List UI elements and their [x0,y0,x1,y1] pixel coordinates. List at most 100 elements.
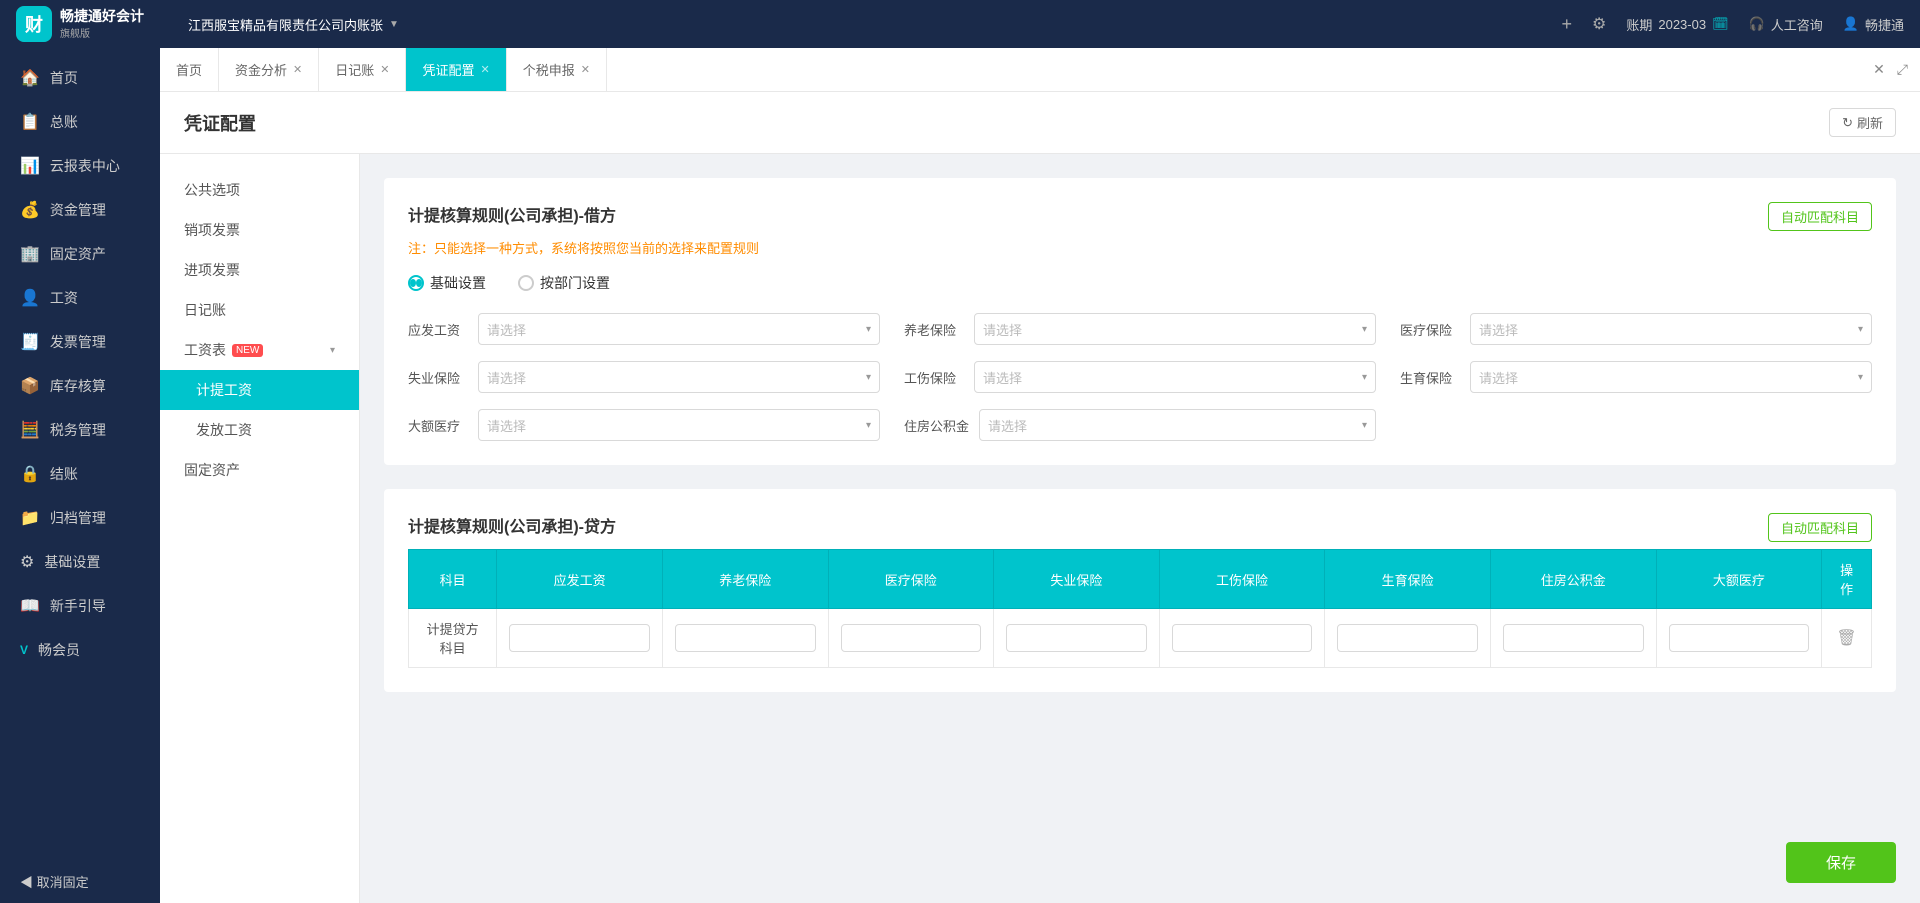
select-unemployment-chevron: ▾ [866,372,871,383]
main-layout: 🏠 首页 📋 总账 📊 云报表中心 💰 资金管理 🏢 固定资产 👤 工资 🧾 发… [0,48,1920,903]
sidebar-item-salary[interactable]: 👤 工资 [0,276,160,320]
select-payroll[interactable]: 请选择 ▾ [478,313,880,345]
company-chevron-icon: ▼ [389,19,399,30]
cancel-pin-button[interactable]: ◀ 取消固定 [0,860,160,903]
col-payroll: 应发工资 [497,550,663,609]
form-item-housing-fund: 住房公积金 请选择 ▾ [904,409,1376,441]
select-medical[interactable]: 请选择 ▾ [1470,313,1872,345]
archive-icon: 📁 [20,508,40,528]
maximize-window-icon[interactable]: ⤢ [1897,61,1908,78]
left-nav-sales-invoice[interactable]: 销项发票 [160,210,359,250]
form-item-pension: 养老保险 请选择 ▾ [904,313,1376,345]
debit-auto-match-button[interactable]: 自动匹配科目 [1768,202,1872,231]
avatar-icon: 👤 [1843,16,1859,32]
input-maternity[interactable] [1337,624,1478,652]
sidebar-item-settings[interactable]: ⚙ 基础设置 [0,540,160,584]
cell-unemployment[interactable] [994,609,1160,668]
accounting-period: 账期 2023-03 🗓 [1626,15,1728,34]
select-large-medical[interactable]: 请选择 ▾ [478,409,880,441]
page-title: 凭证配置 [184,110,256,136]
headphone-icon: 🎧 [1749,16,1765,32]
close-window-icon[interactable]: ✕ [1873,61,1885,78]
add-button[interactable]: + [1561,14,1572,35]
select-unemployment[interactable]: 请选择 ▾ [478,361,880,393]
sidebar-item-reports[interactable]: 📊 云报表中心 [0,144,160,188]
save-button[interactable]: 保存 [1786,842,1896,883]
form-item-medical: 医疗保险 请选择 ▾ [1400,313,1872,345]
left-nav-accrue-salary[interactable]: 计提工资 [160,370,359,410]
refresh-button[interactable]: ↻ 刷新 [1829,108,1896,137]
sidebar-item-archive[interactable]: 📁 归档管理 [0,496,160,540]
row-subject-label: 计提贷方科目 [409,609,497,668]
select-pension-chevron: ▾ [1362,324,1367,335]
reports-icon: 📊 [20,156,40,176]
sidebar-item-assets[interactable]: 🏢 固定资产 [0,232,160,276]
sidebar-item-invoices[interactable]: 🧾 发票管理 [0,320,160,364]
left-nav-journal[interactable]: 日记账 [160,290,359,330]
select-payroll-chevron: ▾ [866,324,871,335]
tab-voucher-config[interactable]: 凭证配置 ✕ [406,48,506,91]
tab-tax-close[interactable]: ✕ [581,63,590,76]
tab-journal-close[interactable]: ✕ [380,63,389,76]
cell-housing[interactable] [1490,609,1656,668]
sidebar-item-funds[interactable]: 💰 资金管理 [0,188,160,232]
company-selector[interactable]: 江西服宝精品有限责任公司内账张 ▼ [176,15,411,34]
support-button[interactable]: 🎧 人工咨询 [1749,15,1823,34]
content-area: 首页 资金分析 ✕ 日记账 ✕ 凭证配置 ✕ 个税申报 ✕ ✕ ⤢ [160,48,1920,903]
select-pension[interactable]: 请选择 ▾ [974,313,1376,345]
debit-section-title: 计提核算规则(公司承担)-借方 [408,202,1872,226]
tab-home[interactable]: 首页 [160,48,219,91]
input-medical[interactable] [841,624,982,652]
select-injury[interactable]: 请选择 ▾ [974,361,1376,393]
settings-icon[interactable]: ⚙ [1592,14,1606,34]
radio-dept[interactable]: 按部门设置 [518,273,610,293]
form-item-maternity: 生育保险 请选择 ▾ [1400,361,1872,393]
tab-journal[interactable]: 日记账 ✕ [319,48,406,91]
tab-tax-report[interactable]: 个税申报 ✕ [507,48,607,91]
sidebar-item-guide[interactable]: 📖 新手引导 [0,584,160,628]
calendar-icon[interactable]: 🗓 [1712,16,1729,32]
left-nav-purchase-invoice[interactable]: 进项发票 [160,250,359,290]
tax-icon: 🧮 [20,420,40,440]
left-nav-fixed-assets[interactable]: 固定资产 [160,450,359,490]
left-nav-public[interactable]: 公共选项 [160,170,359,210]
cell-payroll[interactable] [497,609,663,668]
input-pension[interactable] [675,624,816,652]
user-avatar[interactable]: 👤 畅捷通 [1843,15,1904,34]
sidebar-item-inventory[interactable]: 📦 库存核算 [0,364,160,408]
sidebar-item-member[interactable]: V 畅会员 [0,628,160,672]
tab-funds-close[interactable]: ✕ [293,63,302,76]
new-badge: NEW [232,344,263,357]
cell-injury[interactable] [1159,609,1325,668]
cell-pension[interactable] [662,609,828,668]
sidebar: 🏠 首页 📋 总账 📊 云报表中心 💰 资金管理 🏢 固定资产 👤 工资 🧾 发… [0,48,160,903]
sidebar-item-ledger[interactable]: 📋 总账 [0,100,160,144]
left-nav-salary-table-group[interactable]: 工资表 NEW ▾ [160,330,359,370]
sidebar-item-tax[interactable]: 🧮 税务管理 [0,408,160,452]
left-nav-pay-salary[interactable]: 发放工资 [160,410,359,450]
cell-maternity[interactable] [1325,609,1491,668]
input-unemployment[interactable] [1006,624,1147,652]
tab-voucher-close[interactable]: ✕ [481,63,490,76]
sidebar-item-home[interactable]: 🏠 首页 [0,56,160,100]
sidebar-item-closing[interactable]: 🔒 结账 [0,452,160,496]
credit-auto-match-button[interactable]: 自动匹配科目 [1768,513,1872,542]
select-maternity[interactable]: 请选择 ▾ [1470,361,1872,393]
tab-funds[interactable]: 资金分析 ✕ [219,48,319,91]
settings-icon: ⚙ [20,552,34,572]
col-large-medical: 大额医疗 [1656,550,1822,609]
logo-text: 畅捷通好会计 [60,8,144,25]
col-injury: 工伤保险 [1159,550,1325,609]
input-payroll[interactable] [509,624,650,652]
guide-icon: 📖 [20,596,40,616]
cell-medical[interactable] [828,609,994,668]
input-injury[interactable] [1172,624,1313,652]
credit-section-title: 计提核算规则(公司承担)-贷方 [408,513,1872,537]
input-large-medical[interactable] [1669,624,1810,652]
radio-basic[interactable]: 基础设置 [408,273,486,293]
cell-operation[interactable]: 🗑 [1822,609,1872,668]
logo-sub: 旗舰版 [60,25,144,40]
input-housing[interactable] [1503,624,1644,652]
select-housing-fund[interactable]: 请选择 ▾ [979,409,1376,441]
cell-large-medical[interactable] [1656,609,1822,668]
